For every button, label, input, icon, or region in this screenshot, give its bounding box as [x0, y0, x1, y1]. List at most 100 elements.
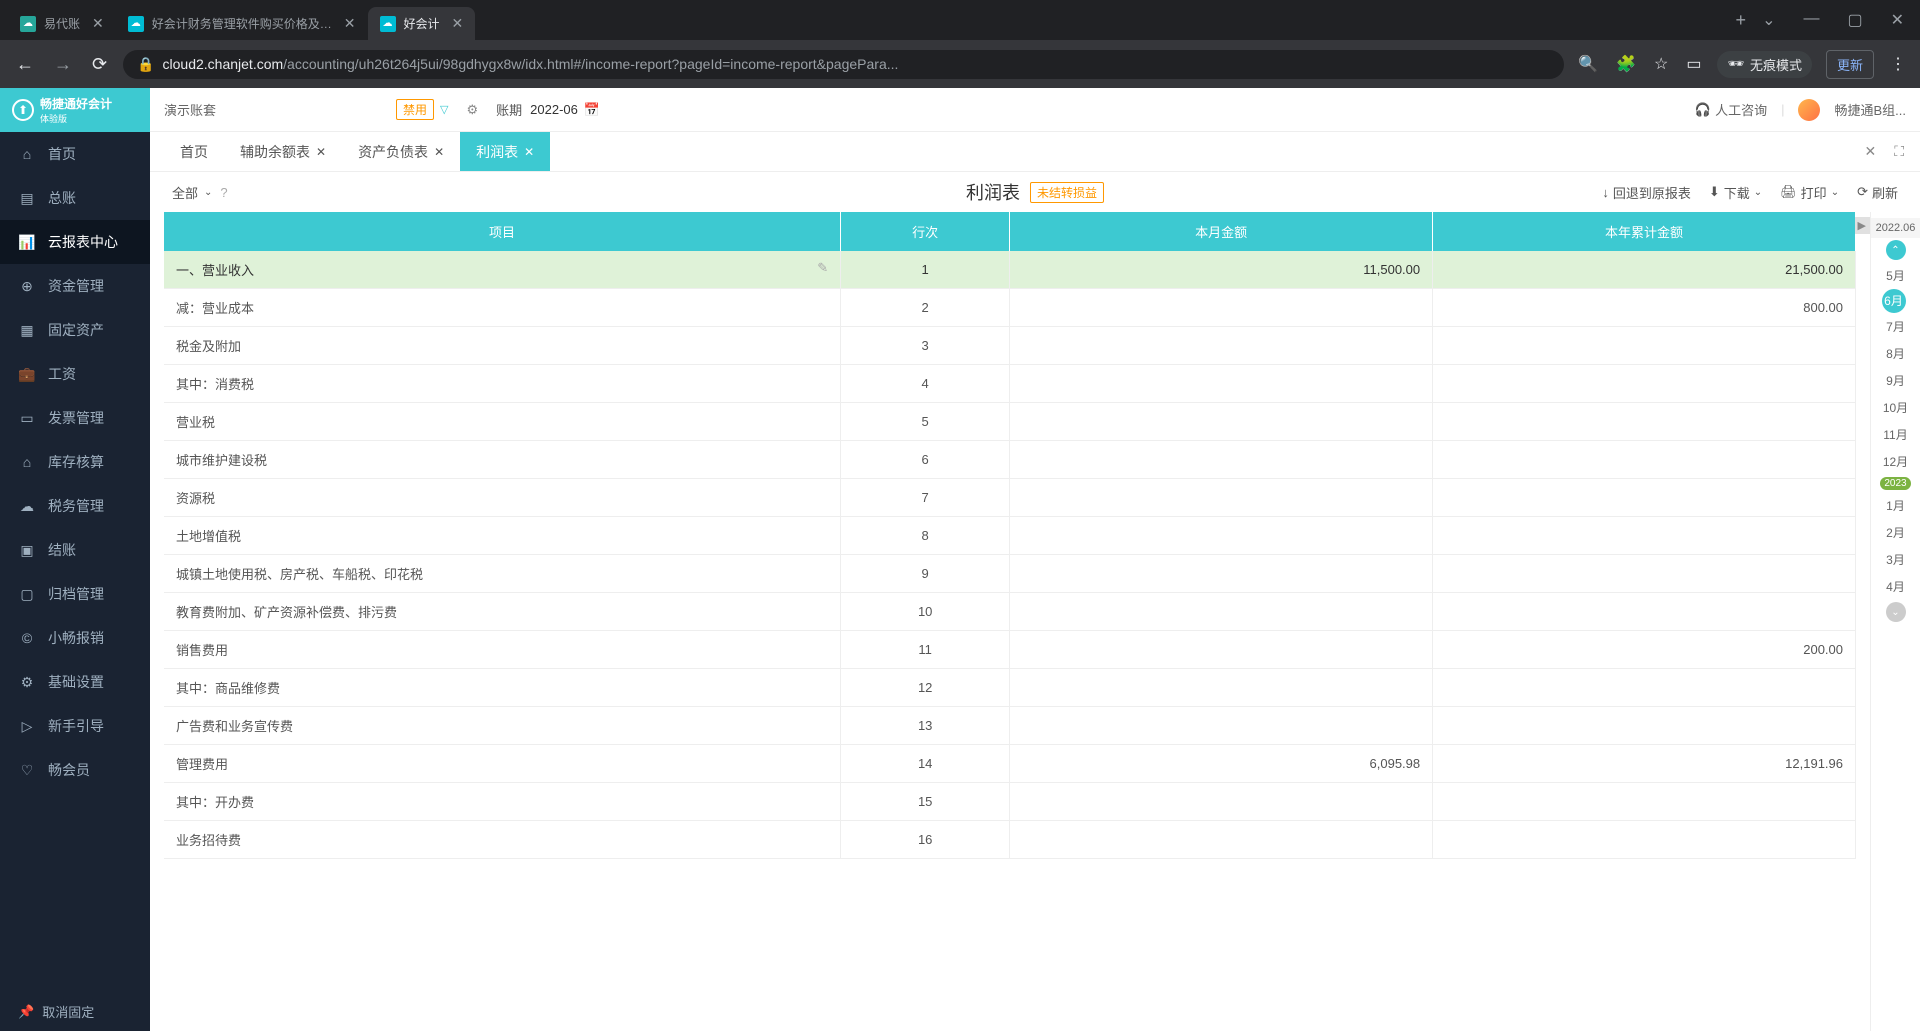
reset-report-button[interactable]: ↓回退到原报表 [1602, 183, 1691, 202]
logo[interactable]: ⬆ 畅捷通好会计 体验版 [0, 88, 150, 132]
timeline-month[interactable]: 11月 [1882, 421, 1910, 448]
table-row[interactable]: 教育费附加、矿产资源补偿费、排污费 10 [164, 593, 1856, 631]
minimize-button[interactable]: — [1795, 6, 1827, 34]
timeline-month[interactable]: 8月 [1882, 340, 1910, 367]
download-button[interactable]: ⬇下载⌄ [1709, 183, 1762, 202]
dropdown-icon[interactable]: ⌄ [1754, 6, 1783, 34]
timeline-month[interactable]: 10月 [1882, 394, 1910, 421]
filter-dropdown[interactable]: 全部 ⌄ [172, 183, 212, 202]
table-row[interactable]: 城镇土地使用税、房产税、车船税、印花税 9 [164, 555, 1856, 593]
unpin-button[interactable]: 📌 取消固定 [0, 992, 150, 1031]
calendar-icon[interactable]: 📅 [584, 102, 600, 118]
address-bar[interactable]: 🔒 cloud2.chanjet.com/accounting/uh26t264… [123, 50, 1564, 79]
avatar[interactable] [1798, 99, 1820, 121]
timeline-month[interactable]: 3月 [1882, 546, 1910, 573]
timeline-up[interactable]: ⌃ [1886, 240, 1906, 260]
table-row[interactable]: 其中：开办费 15 [164, 783, 1856, 821]
col-line-header: 行次 [841, 212, 1010, 251]
back-button[interactable]: ← [12, 50, 38, 79]
table-row[interactable]: 减：营业成本 2 800.00 [164, 289, 1856, 327]
support-link[interactable]: 🎧 人工咨询 [1695, 100, 1767, 119]
update-button[interactable]: 更新 [1826, 50, 1874, 79]
page-tab[interactable]: 利润表✕ [460, 132, 550, 171]
browser-tab[interactable]: ☁易代账✕ [8, 7, 116, 40]
extensions-icon[interactable]: 🧩 [1614, 52, 1638, 76]
sidebar-item-label: 归档管理 [48, 584, 104, 604]
new-tab-button[interactable]: + [1728, 2, 1755, 39]
sidebar-item[interactable]: ▣结账 [0, 528, 150, 572]
tab-close-icon[interactable]: ✕ [92, 15, 104, 32]
sidebar-item-label: 结账 [48, 540, 76, 560]
settings-icon[interactable]: ⚙ [467, 102, 479, 118]
menu-icon[interactable]: ⋮ [1888, 52, 1908, 76]
table-row[interactable]: 其中：商品维修费 12 [164, 669, 1856, 707]
sidebar-item-label: 发票管理 [48, 408, 104, 428]
tab-close-icon[interactable]: ✕ [316, 145, 326, 159]
tab-close-icon[interactable]: ✕ [524, 145, 534, 159]
table-row[interactable]: 税金及附加 3 [164, 327, 1856, 365]
account-dropdown[interactable]: ▽ [440, 103, 448, 116]
timeline-month[interactable]: 4月 [1882, 573, 1910, 600]
table-row[interactable]: 一、营业收入✎ 1 11,500.00 21,500.00 [164, 251, 1856, 289]
fullscreen-icon[interactable]: ⛶ [1890, 139, 1908, 164]
tab-close-icon[interactable]: ✕ [452, 15, 464, 32]
edit-icon[interactable]: ✎ [817, 260, 828, 276]
sidebar-item[interactable]: 💼工资 [0, 352, 150, 396]
table-row[interactable]: 广告费和业务宣传费 13 [164, 707, 1856, 745]
table-row[interactable]: 城市维护建设税 6 [164, 441, 1856, 479]
refresh-button[interactable]: ⟳刷新 [1857, 183, 1898, 202]
sidebar-item[interactable]: ⌂库存核算 [0, 440, 150, 484]
table-row[interactable]: 营业税 5 [164, 403, 1856, 441]
sidebar-item[interactable]: ⊕资金管理 [0, 264, 150, 308]
close-window-button[interactable]: ✕ [1883, 6, 1912, 34]
search-icon[interactable]: 🔍 [1576, 52, 1600, 76]
bookmark-icon[interactable]: ☆ [1652, 52, 1670, 76]
page-tab[interactable]: 资产负债表✕ [342, 132, 460, 171]
timeline-month[interactable]: 7月 [1882, 313, 1910, 340]
table-row[interactable]: 资源税 7 [164, 479, 1856, 517]
period-value[interactable]: 2022-06 [530, 102, 578, 117]
sidebar-item[interactable]: ▦固定资产 [0, 308, 150, 352]
sidebar-item[interactable]: ▤总账 [0, 176, 150, 220]
sidebar-item[interactable]: ⚙基础设置 [0, 660, 150, 704]
table-row[interactable]: 业务招待费 16 [164, 821, 1856, 859]
username[interactable]: 畅捷通B组... [1834, 100, 1906, 119]
sidebar-item[interactable]: ♡畅会员 [0, 748, 150, 792]
sidebar-item[interactable]: ▢归档管理 [0, 572, 150, 616]
timeline-month[interactable]: 6月 [1882, 289, 1906, 313]
sidebar-item[interactable]: ▭发票管理 [0, 396, 150, 440]
tab-close-icon[interactable]: ✕ [344, 15, 356, 32]
reading-list-icon[interactable]: ▭ [1684, 52, 1703, 76]
sidebar-item[interactable]: 📊云报表中心 [0, 220, 150, 264]
timeline-month[interactable]: 1月 [1882, 492, 1910, 519]
table-row[interactable]: 土地增值税 8 [164, 517, 1856, 555]
timeline-month[interactable]: 12月 [1882, 448, 1910, 475]
browser-tab[interactable]: ☁好会计✕ [368, 7, 476, 40]
forward-button[interactable]: → [50, 50, 76, 79]
table-row[interactable]: 管理费用 14 6,095.98 12,191.96 [164, 745, 1856, 783]
sidebar-item[interactable]: ©小畅报销 [0, 616, 150, 660]
timeline-down[interactable]: ⌄ [1886, 602, 1906, 622]
maximize-button[interactable]: ▢ [1839, 6, 1870, 34]
page-tab[interactable]: 辅助余额表✕ [224, 132, 342, 171]
page-tab[interactable]: 首页 [164, 132, 224, 171]
sidebar-item[interactable]: ⌂首页 [0, 132, 150, 176]
table-row[interactable]: 销售费用 11 200.00 [164, 631, 1856, 669]
cell-year: 200.00 [1433, 631, 1856, 669]
sidebar-item[interactable]: ☁税务管理 [0, 484, 150, 528]
help-icon[interactable]: ? [220, 185, 227, 200]
reload-button[interactable]: ⟳ [88, 50, 111, 79]
incognito-badge: 🕶 无痕模式 [1717, 51, 1812, 78]
tab-label: 好会计 [404, 15, 440, 32]
table-row[interactable]: 其中：消费税 4 [164, 365, 1856, 403]
tab-close-icon[interactable]: ✕ [434, 145, 444, 159]
browser-tab[interactable]: ☁好会计财务管理软件购买价格及…✕ [116, 7, 368, 40]
close-all-tabs[interactable]: ✕ [1860, 139, 1880, 164]
timeline-month[interactable]: 9月 [1882, 367, 1910, 394]
timeline-month[interactable]: 5月 [1882, 262, 1910, 289]
sidebar-item[interactable]: ▷新手引导 [0, 704, 150, 748]
account-name[interactable]: 演示账套 [164, 100, 216, 119]
print-button[interactable]: 🖨打印⌄ [1780, 183, 1839, 202]
expand-handle[interactable]: ▶ [1854, 217, 1870, 234]
timeline-month[interactable]: 2月 [1882, 519, 1910, 546]
